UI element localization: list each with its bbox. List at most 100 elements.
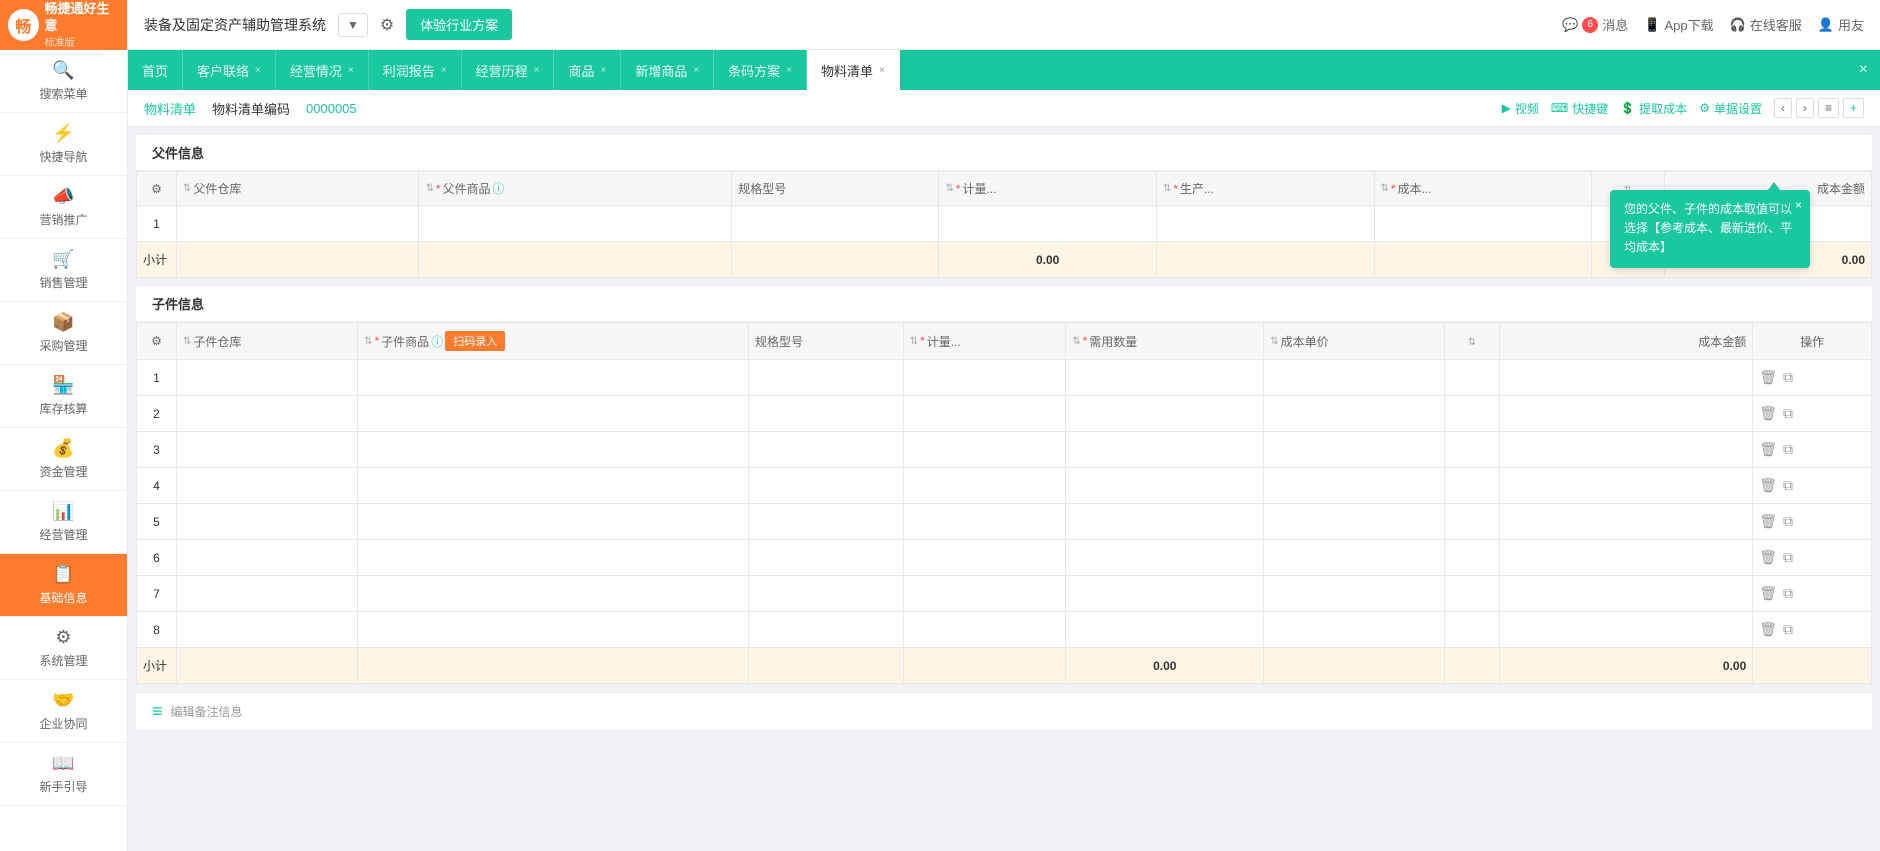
sidebar-item-label: 营销推广 <box>39 211 87 228</box>
sidebar-item-guide[interactable]: 📖 新手引导 <box>0 743 127 806</box>
sort-icon[interactable]: ⇅ <box>945 183 953 194</box>
finance-icon: 💰 <box>52 438 74 459</box>
child-warehouse-cell[interactable] <box>177 360 358 396</box>
sidebar-item-purchase[interactable]: 📦 采购管理 <box>0 302 127 365</box>
nav-plus-btn[interactable]: + <box>1843 98 1864 118</box>
sidebar-item-marketing[interactable]: 📣 营销推广 <box>0 176 127 239</box>
tab-barcode-plan[interactable]: 条码方案 × <box>714 50 807 90</box>
subtotal-label-cell: 小计 <box>137 242 177 278</box>
sidebar-item-finance[interactable]: 💰 资金管理 <box>0 428 127 491</box>
tab-add-product[interactable]: 新增商品 × <box>621 50 714 90</box>
copy-icon[interactable]: ⧉ <box>1783 585 1793 602</box>
nav-list-btn[interactable]: ≡ <box>1818 98 1839 118</box>
sort-icon[interactable]: ⇅ <box>183 183 191 194</box>
tab-barcode-plan-close[interactable]: × <box>786 65 792 76</box>
table-row: 4 🗑⧉ <box>137 468 1872 504</box>
extract-cost-action[interactable]: 💲 提取成本 <box>1620 100 1687 117</box>
delete-icon[interactable]: 🗑 <box>1759 621 1777 638</box>
parent-col-spec: 规格型号 <box>732 172 939 206</box>
tab-operations-status-close[interactable]: × <box>348 65 354 76</box>
delete-icon[interactable]: 🗑 <box>1759 585 1777 602</box>
trial-button[interactable]: 体验行业方案 <box>406 9 512 40</box>
delete-icon[interactable]: 🗑 <box>1759 549 1777 566</box>
sidebar-item-label: 搜索菜单 <box>39 85 87 102</box>
sidebar-item-search[interactable]: 🔍 搜索菜单 <box>0 50 127 113</box>
parent-cost-cell[interactable] <box>1374 206 1592 242</box>
parent-production-cell[interactable] <box>1156 206 1374 242</box>
child-col-spec: 规格型号 <box>748 323 903 360</box>
parent-product-cell[interactable] <box>419 206 732 242</box>
delete-icon[interactable]: 🗑 <box>1759 477 1777 494</box>
nav-close-btn[interactable]: × <box>1847 50 1880 90</box>
tab-bom-list-close[interactable]: × <box>879 65 885 76</box>
shortcut-action[interactable]: ⌨ 快捷键 <box>1551 100 1608 117</box>
parent-section-title: 父件信息 <box>136 135 1872 171</box>
nav-next-btn[interactable]: › <box>1796 98 1814 118</box>
child-col-action: 操作 <box>1753 323 1872 360</box>
sidebar-item-quick-nav[interactable]: ⚡ 快捷导航 <box>0 113 127 176</box>
tab-products[interactable]: 商品 × <box>554 50 621 90</box>
single-settings-label: 单据设置 <box>1714 100 1762 117</box>
sidebar-item-basic-info[interactable]: 📋 基础信息 <box>0 554 127 617</box>
sidebar-item-sales[interactable]: 🛒 销售管理 <box>0 239 127 302</box>
copy-icon[interactable]: ⧉ <box>1783 477 1793 494</box>
breadcrumb-home[interactable]: 物料清单 <box>144 99 196 118</box>
sidebar-item-system[interactable]: ⚙ 系统管理 <box>0 617 127 680</box>
nav-prev-btn[interactable]: ‹ <box>1774 98 1792 118</box>
sort-icon[interactable]: ⇅ <box>1381 183 1389 194</box>
child-unit-cost-cell[interactable] <box>1264 360 1445 396</box>
parent-col-warehouse: ⇅ 父件仓库 <box>177 172 419 206</box>
tab-customers[interactable]: 客户联络 × <box>183 50 276 90</box>
tab-profit-report[interactable]: 利润报告 × <box>369 50 462 90</box>
tab-add-product-close[interactable]: × <box>693 65 699 76</box>
tab-bom-list[interactable]: 物料清单 × <box>807 50 900 90</box>
child-action-cell: 🗑 ⧉ <box>1753 360 1872 396</box>
bottom-icon: ≡ <box>152 701 163 722</box>
sidebar-item-enterprise[interactable]: 🤝 企业协同 <box>0 680 127 743</box>
copy-icon[interactable]: ⧉ <box>1783 405 1793 422</box>
copy-icon[interactable]: ⧉ <box>1783 441 1793 458</box>
tab-operations-history-close[interactable]: × <box>534 65 540 76</box>
copy-icon[interactable]: ⧉ <box>1783 513 1793 530</box>
system-dropdown-btn[interactable]: ▼ <box>338 13 368 37</box>
parent-warehouse-cell[interactable] <box>177 206 419 242</box>
table-row: 1 🗑 ⧉ <box>137 360 1872 396</box>
child-product-cell[interactable] <box>358 360 749 396</box>
parent-col-gear[interactable]: ⚙ <box>137 172 177 206</box>
copy-icon[interactable]: ⧉ <box>1783 549 1793 566</box>
child-col-quantity: ⇅ * 需用数量 <box>1066 323 1264 360</box>
child-col-gear[interactable]: ⚙ <box>137 323 177 360</box>
message-btn[interactable]: 💬 6 消息 <box>1562 15 1628 34</box>
tooltip-close-btn[interactable]: × <box>1795 196 1802 215</box>
copy-icon[interactable]: ⧉ <box>1783 621 1793 638</box>
copy-icon[interactable]: ⧉ <box>1783 369 1793 386</box>
sidebar-item-inventory[interactable]: 🏪 库存核算 <box>0 365 127 428</box>
sidebar-item-label: 库存核算 <box>39 400 87 417</box>
sidebar-item-operations[interactable]: 📊 经营管理 <box>0 491 127 554</box>
sort-icon[interactable]: ⇅ <box>1163 183 1171 194</box>
single-settings-action[interactable]: ⚙ 单据设置 <box>1699 100 1762 117</box>
settings-gear-btn[interactable]: ⚙ <box>380 15 394 35</box>
child-spec-cell[interactable] <box>748 360 903 396</box>
scan-btn[interactable]: 扫码录入 <box>445 331 505 351</box>
delete-icon[interactable]: 🗑 <box>1759 441 1777 458</box>
child-unit-cell[interactable] <box>903 360 1066 396</box>
parent-unit-cell[interactable] <box>939 206 1157 242</box>
view-action[interactable]: ▶ 视频 <box>1502 100 1539 117</box>
app-download-btn[interactable]: 📱 App下载 <box>1644 15 1713 34</box>
tab-operations-status[interactable]: 经营情况 × <box>276 50 369 90</box>
tab-products-close[interactable]: × <box>600 65 606 76</box>
user-btn[interactable]: 👤 用友 <box>1818 15 1864 34</box>
tab-profit-report-close[interactable]: × <box>441 65 447 76</box>
parent-spec-cell[interactable] <box>732 206 939 242</box>
tab-home[interactable]: 首页 <box>128 50 183 90</box>
nav-tabs: 首页 客户联络 × 经营情况 × 利润报告 × 经营历程 × 商品 × 新增商品… <box>128 50 1880 90</box>
tab-customers-close[interactable]: × <box>255 65 261 76</box>
delete-icon[interactable]: 🗑 <box>1759 513 1777 530</box>
tab-operations-history[interactable]: 经营历程 × <box>462 50 555 90</box>
child-quantity-cell[interactable] <box>1066 360 1264 396</box>
online-service-btn[interactable]: 🎧 在线客服 <box>1730 15 1802 34</box>
sort-icon[interactable]: ⇅ <box>425 183 433 194</box>
delete-icon[interactable]: 🗑 <box>1759 405 1777 422</box>
delete-icon[interactable]: 🗑 <box>1759 369 1777 386</box>
